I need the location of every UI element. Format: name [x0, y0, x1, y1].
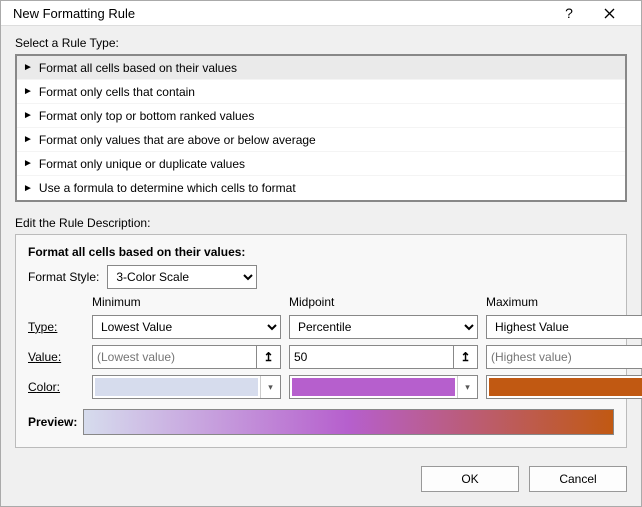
- rule-type-item[interactable]: ► Format all cells based on their values: [17, 56, 625, 80]
- arrow-icon: ►: [23, 86, 33, 97]
- footer: OK Cancel: [1, 456, 641, 506]
- ok-button[interactable]: OK: [421, 466, 519, 492]
- rule-type-item[interactable]: ► Format only cells that contain: [17, 80, 625, 104]
- color-swatch: [95, 378, 258, 396]
- rule-type-text: Format only cells that contain: [39, 85, 195, 99]
- dialog-title: New Formatting Rule: [13, 6, 549, 21]
- format-style-label: Format Style:: [28, 270, 99, 284]
- rule-type-item[interactable]: ► Use a formula to determine which cells …: [17, 176, 625, 200]
- preview-label: Preview:: [28, 415, 77, 429]
- type-row-label: Type:: [28, 320, 84, 334]
- arrow-icon: ►: [23, 62, 33, 73]
- color-min-picker[interactable]: ▾: [92, 375, 281, 399]
- color-row-label: Color:: [28, 380, 84, 394]
- col-header-min: Minimum: [92, 295, 281, 309]
- rule-type-item[interactable]: ► Format only top or bottom ranked values: [17, 104, 625, 128]
- format-style-select[interactable]: 3-Color Scale: [107, 265, 257, 289]
- col-header-max: Maximum: [486, 295, 642, 309]
- type-max-select[interactable]: Highest Value: [486, 315, 642, 339]
- range-select-icon[interactable]: ↥: [257, 345, 281, 369]
- rule-type-text: Format only unique or duplicate values: [39, 157, 245, 171]
- content: Select a Rule Type: ► Format all cells ba…: [1, 26, 641, 456]
- rule-type-text: Format all cells based on their values: [39, 61, 237, 75]
- color-max-picker[interactable]: ▾: [486, 375, 642, 399]
- help-button[interactable]: ?: [549, 1, 589, 25]
- value-row-label: Value:: [28, 350, 84, 364]
- chevron-down-icon: ▾: [457, 376, 477, 398]
- arrow-icon: ►: [23, 110, 33, 121]
- cancel-button[interactable]: Cancel: [529, 466, 627, 492]
- color-swatch: [489, 378, 642, 396]
- rule-type-item[interactable]: ► Format only unique or duplicate values: [17, 152, 625, 176]
- arrow-icon: ►: [23, 183, 33, 194]
- rule-type-text: Use a formula to determine which cells t…: [39, 181, 296, 195]
- titlebar: New Formatting Rule ?: [1, 1, 641, 26]
- chevron-down-icon: ▾: [260, 376, 280, 398]
- close-button[interactable]: [589, 1, 629, 25]
- range-select-icon[interactable]: ↥: [454, 345, 478, 369]
- description-box: Format all cells based on their values: …: [15, 234, 627, 448]
- scale-grid: Minimum Midpoint Maximum Type: Lowest Va…: [28, 295, 614, 399]
- close-icon: [604, 8, 615, 19]
- type-mid-select[interactable]: Percentile: [289, 315, 478, 339]
- color-mid-picker[interactable]: ▾: [289, 375, 478, 399]
- rule-type-list[interactable]: ►Format all cells based on their values …: [15, 54, 627, 202]
- dialog: New Formatting Rule ? Select a Rule Type…: [0, 0, 642, 507]
- col-header-mid: Midpoint: [289, 295, 478, 309]
- arrow-icon: ►: [23, 158, 33, 169]
- value-min-input[interactable]: [92, 345, 257, 369]
- type-min-select[interactable]: Lowest Value: [92, 315, 281, 339]
- rule-type-label: Select a Rule Type:: [15, 36, 627, 50]
- value-mid-input[interactable]: [289, 345, 454, 369]
- arrow-icon: ►: [23, 134, 33, 145]
- rule-type-text: Format only values that are above or bel…: [39, 133, 316, 147]
- value-max-input[interactable]: [486, 345, 642, 369]
- description-title: Format all cells based on their values:: [28, 245, 614, 259]
- rule-type-item[interactable]: ► Format only values that are above or be…: [17, 128, 625, 152]
- rule-type-text: Format only top or bottom ranked values: [39, 109, 254, 123]
- color-swatch: [292, 378, 455, 396]
- preview-bar: [83, 409, 614, 435]
- edit-description-label: Edit the Rule Description:: [15, 216, 627, 230]
